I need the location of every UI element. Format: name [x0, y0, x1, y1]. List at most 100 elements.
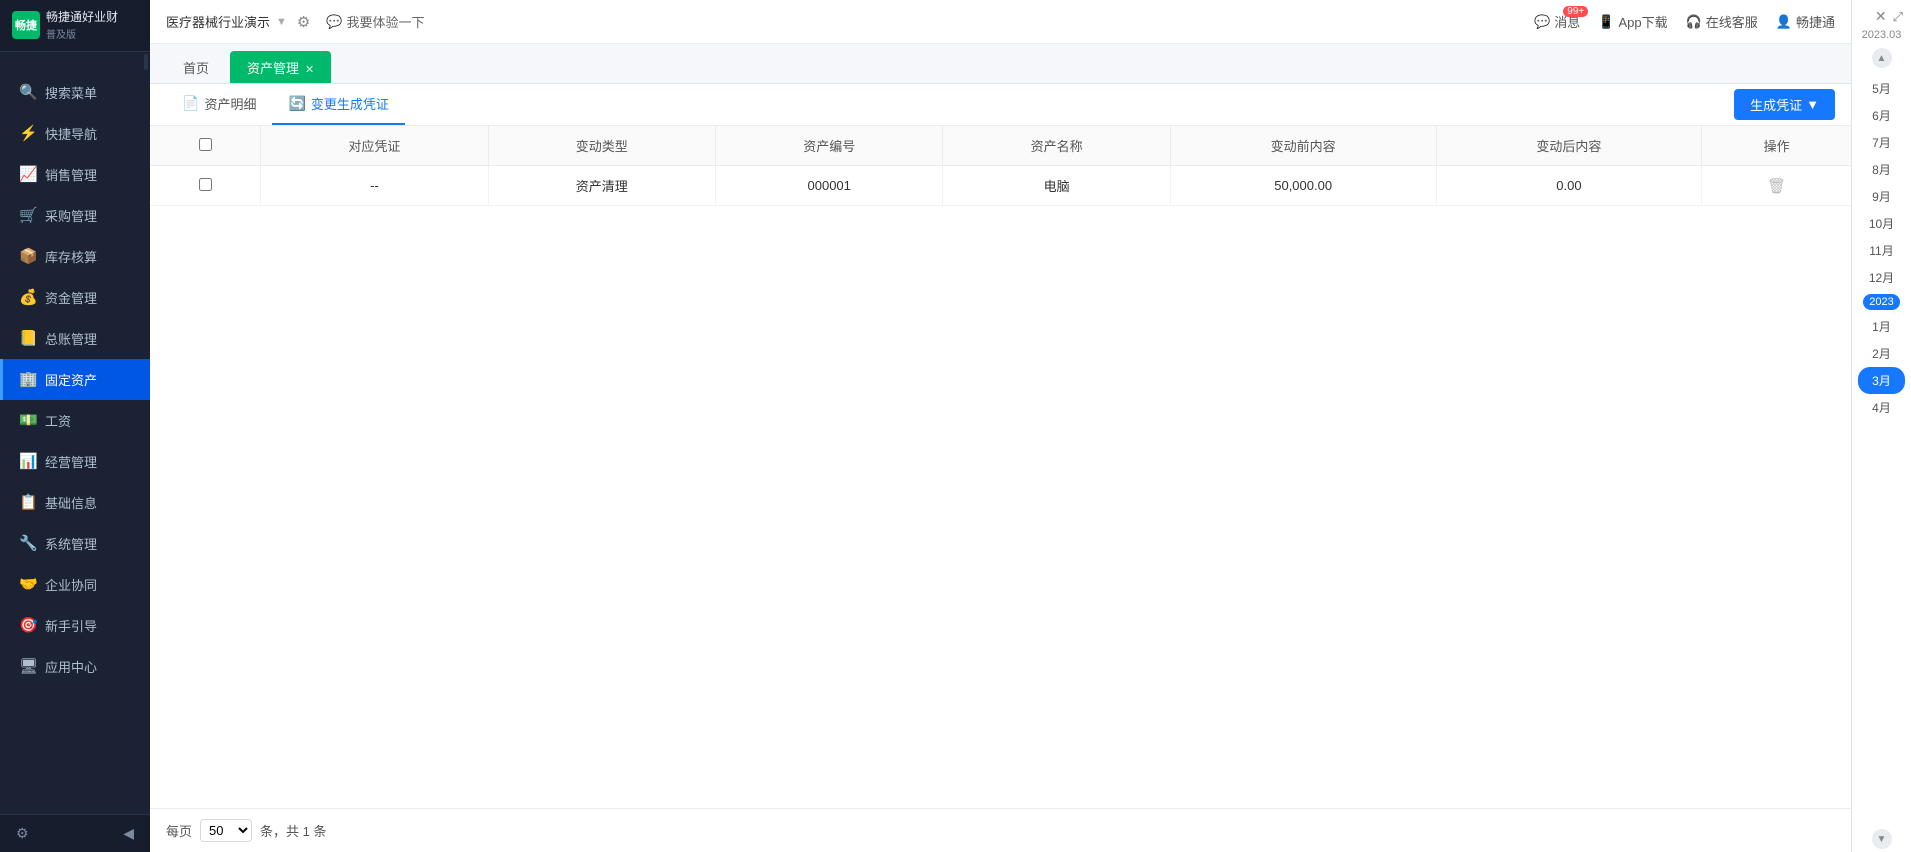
app-icon: 📱	[1598, 14, 1614, 30]
asset_detail-tab-icon: 📄	[182, 95, 199, 112]
sidebar-item-system[interactable]: 🔧 系统管理	[0, 523, 150, 564]
cell-voucher: --	[261, 166, 488, 206]
inventory-icon: 📦	[19, 247, 37, 265]
timeline-month-3月[interactable]: 3月	[1858, 367, 1905, 394]
sidebar-item-funds[interactable]: 💰 资金管理	[0, 277, 150, 318]
sidebar-item-guide[interactable]: 🎯 新手引导	[0, 605, 150, 646]
sidebar-item-collab[interactable]: 🤝 企业协同	[0, 564, 150, 605]
settings-gear-icon[interactable]: ⚙	[297, 13, 310, 31]
asset_detail-tab-label: 资产明细	[204, 94, 256, 113]
col-before_change: 变动前内容	[1170, 126, 1436, 166]
sidebar-menu: 🔍 搜索菜单 ⚡ 快捷导航 📈 销售管理 🛒 采购管理 📦 库存核算 💰 资金管…	[0, 72, 150, 814]
system-icon: 🔧	[19, 534, 37, 552]
sidebar-item-purchase[interactable]: 🛒 采购管理	[0, 195, 150, 236]
timeline-month-10月[interactable]: 10月	[1852, 210, 1911, 237]
timeline-month-8月[interactable]: 8月	[1852, 156, 1911, 183]
topbar-message[interactable]: 💬 消息 99+	[1534, 12, 1580, 31]
sidebar-item-sales[interactable]: 📈 销售管理	[0, 154, 150, 195]
timeline-month-1月[interactable]: 1月	[1852, 313, 1911, 340]
sidebar-item-quicknav[interactable]: ⚡ 快捷导航	[0, 113, 150, 154]
sub-tabs: 📄 资产明细 🔄 变更生成凭证 生成凭证 ▼	[150, 84, 1851, 126]
cell-asset_name: 电脑	[943, 166, 1170, 206]
sidebar-logo: 畅捷 畅捷通好业财 普及版	[0, 0, 150, 52]
col-change_type: 变动类型	[488, 126, 715, 166]
feedback-btn[interactable]: 💬 我要体验一下	[326, 12, 424, 31]
sidebar-item-label: 销售管理	[45, 165, 97, 184]
main-area: 医疗器械行业演示 ▼ ⚙ 💬 我要体验一下 💬 消息 99+ 📱 App下载 🎧…	[150, 0, 1851, 852]
right-panel-year-label: 2023.03	[1862, 25, 1902, 45]
sidebar-item-label: 固定资产	[45, 370, 97, 389]
timeline-year-2023: 2023	[1863, 294, 1899, 310]
cell-asset_code: 000001	[716, 166, 943, 206]
sidebar-item-appcenter[interactable]: 🖥 应用中心	[0, 646, 150, 687]
sub-tab-asset_detail[interactable]: 📄 资产明细	[166, 84, 272, 125]
payroll-icon: 💵	[19, 411, 37, 429]
sidebar: 畅捷 畅捷通好业财 普及版 🔍 搜索菜单 ⚡ 快捷导航 📈 销售管理 🛒 采购管…	[0, 0, 150, 852]
sidebar-item-label: 总账管理	[45, 329, 97, 348]
sidebar-item-label: 应用中心	[45, 657, 97, 676]
nav-tab-asset_mgmt[interactable]: 资产管理✕	[230, 51, 331, 83]
select-all-checkbox[interactable]	[199, 138, 212, 151]
row-checkbox[interactable]	[199, 178, 212, 191]
sidebar-item-label: 基础信息	[45, 493, 97, 512]
sidebar-item-inventory[interactable]: 📦 库存核算	[0, 236, 150, 277]
sub-tab-change_voucher[interactable]: 🔄 变更生成凭证	[272, 84, 404, 125]
tab-close-asset_mgmt[interactable]: ✕	[305, 64, 314, 76]
right-panel-close-icon[interactable]: ✕	[1875, 8, 1887, 25]
timeline-scroll-up[interactable]: ▲	[1872, 48, 1892, 68]
sidebar-item-label: 采购管理	[45, 206, 97, 225]
purchase-icon: 🛒	[19, 206, 37, 224]
col-asset_code: 资产编号	[716, 126, 943, 166]
table-row: --资产清理000001电脑50,000.000.00🗑	[150, 166, 1851, 206]
sidebar-item-label: 系统管理	[45, 534, 97, 553]
timeline: 5月6月7月8月9月10月11月12月 2023 1月2月3月4月	[1852, 71, 1911, 826]
timeline-month-2月[interactable]: 2月	[1852, 340, 1911, 367]
sidebar-item-payroll[interactable]: 💵 工资	[0, 400, 150, 441]
funds-icon: 💰	[19, 288, 37, 306]
sidebar-item-label: 工资	[45, 411, 71, 430]
timeline-month-6月[interactable]: 6月	[1852, 102, 1911, 129]
topbar-user[interactable]: 👤 畅捷通	[1776, 12, 1835, 31]
basicinfo-icon: 📋	[19, 493, 37, 511]
sidebar-item-label: 新手引导	[45, 616, 97, 635]
change_voucher-tab-label: 变更生成凭证	[311, 94, 389, 113]
topbar-app[interactable]: 📱 App下载	[1598, 12, 1667, 31]
cell-operation: 🗑	[1702, 166, 1851, 206]
service-label: 在线客服	[1706, 12, 1758, 31]
topbar-service[interactable]: 🎧 在线客服	[1686, 12, 1758, 31]
pagination: 每页 102050100 条，共 1 条	[150, 808, 1851, 852]
sidebar-item-label: 经营管理	[45, 452, 97, 471]
search-icon: 🔍	[19, 83, 37, 101]
delete-row-btn[interactable]: 🗑	[1767, 178, 1786, 195]
company-name: 医疗器械行业演示	[166, 12, 270, 31]
nav-tabs: 首页 资产管理✕	[150, 44, 1851, 84]
sidebar-item-basicinfo[interactable]: 📋 基础信息	[0, 482, 150, 523]
service-icon: 🎧	[1686, 14, 1702, 30]
timeline-month-4月[interactable]: 4月	[1852, 394, 1911, 421]
timeline-month-12月[interactable]: 12月	[1852, 264, 1911, 291]
user-label: 畅捷通	[1796, 12, 1835, 31]
page-size-select[interactable]: 102050100	[200, 819, 252, 842]
generate-voucher-btn[interactable]: 生成凭证 ▼	[1734, 89, 1835, 120]
timeline-scroll-down[interactable]: ▼	[1872, 829, 1892, 849]
sidebar-item-search[interactable]: 🔍 搜索菜单	[0, 72, 150, 113]
message-icon: 💬	[1534, 14, 1550, 30]
company-selector[interactable]: 医疗器械行业演示 ▼	[166, 12, 287, 31]
app-label: App下载	[1618, 12, 1667, 31]
timeline-month-7月[interactable]: 7月	[1852, 129, 1911, 156]
sidebar-item-label: 企业协同	[45, 575, 97, 594]
sidebar-item-operations[interactable]: 📊 经营管理	[0, 441, 150, 482]
cell-after_change: 0.00	[1436, 166, 1702, 206]
timeline-month-9月[interactable]: 9月	[1852, 183, 1911, 210]
nav-tab-home[interactable]: 首页	[166, 51, 226, 83]
collapse-icon[interactable]: ◀	[123, 825, 134, 842]
feedback-icon: 💬	[326, 14, 342, 30]
sidebar-item-assets[interactable]: 🏢 固定资产	[0, 359, 150, 400]
timeline-month-11月[interactable]: 11月	[1852, 237, 1911, 264]
right-panel-expand-icon[interactable]: ⤢	[1893, 9, 1903, 25]
col-checkbox	[150, 126, 261, 166]
sidebar-item-ledger[interactable]: 📒 总账管理	[0, 318, 150, 359]
timeline-month-5月[interactable]: 5月	[1852, 75, 1911, 102]
tab-label-home: 首页	[183, 61, 209, 76]
settings-icon[interactable]: ⚙	[16, 825, 29, 842]
